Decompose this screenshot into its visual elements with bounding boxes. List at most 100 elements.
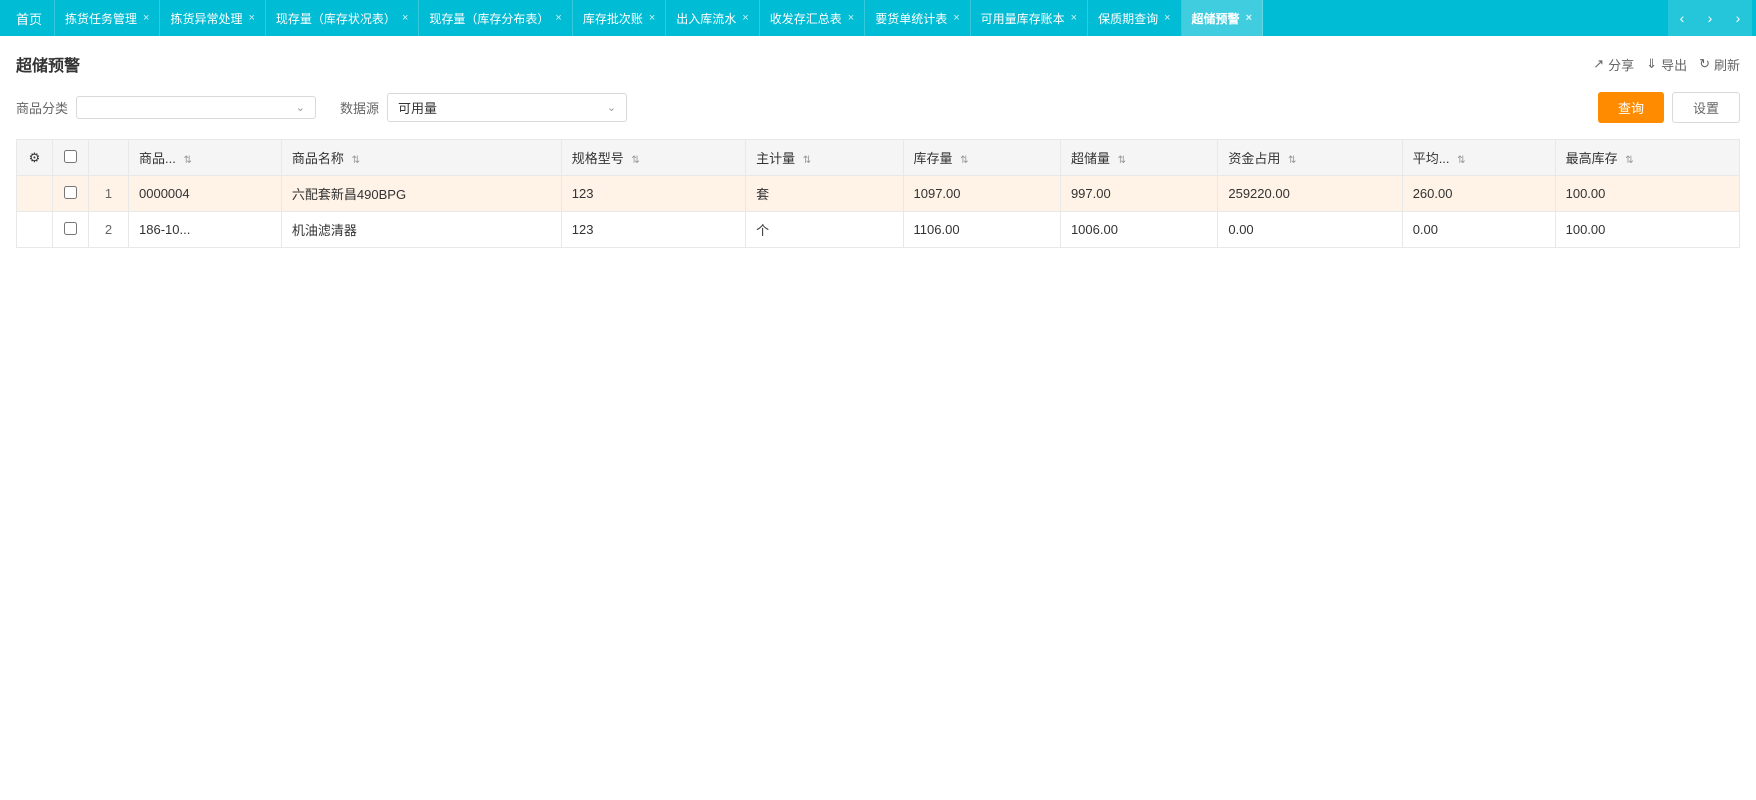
filter-row: 商品分类 ⌄ 数据源 可用量 ⌄ 查询 设置 — [16, 92, 1740, 123]
col-checkbox-header[interactable] — [53, 140, 89, 176]
category-select[interactable]: ⌄ — [76, 96, 316, 119]
close-tab-8[interactable]: × — [953, 12, 959, 24]
datasource-chevron-icon: ⌄ — [607, 101, 616, 114]
tab-yaohuo-tongji[interactable]: 要货单统计表 × — [865, 0, 970, 36]
filter-category: 商品分类 ⌄ — [16, 96, 316, 119]
row-name: 六配套新昌490BPG — [281, 176, 561, 212]
sort-avg-icon: ⇅ — [1457, 155, 1465, 166]
close-tab-10[interactable]: × — [1164, 12, 1170, 24]
header-actions: ↗ 分享 ⇓ 导出 ↻ 刷新 — [1593, 55, 1740, 74]
col-capital-header[interactable]: 资金占用 ⇅ — [1218, 140, 1402, 176]
nav-arrow-left[interactable]: ‹ — [1668, 0, 1696, 36]
share-button[interactable]: ↗ 分享 — [1593, 55, 1634, 74]
row-stock: 1106.00 — [903, 212, 1060, 248]
row-overstock: 1006.00 — [1060, 212, 1217, 248]
col-name-header[interactable]: 商品名称 ⇅ — [281, 140, 561, 176]
tab-baozhi-chaxun[interactable]: 保质期查询 × — [1088, 0, 1181, 36]
col-number-header — [89, 140, 129, 176]
page-header: 超储预警 ↗ 分享 ⇓ 导出 ↻ 刷新 — [16, 52, 1740, 76]
row-avg: 260.00 — [1402, 176, 1555, 212]
row-spec: 123 — [561, 212, 745, 248]
row-code: 186-10... — [129, 212, 282, 248]
refresh-icon: ↻ — [1699, 56, 1710, 72]
row-checkbox[interactable] — [64, 222, 77, 235]
row-unit: 个 — [746, 212, 903, 248]
tab-jianghuo-renwu[interactable]: 拣货任务管理 × — [55, 0, 160, 36]
row-number: 2 — [89, 212, 129, 248]
nav-arrow-right[interactable]: › — [1696, 0, 1724, 36]
datasource-label: 数据源 — [340, 98, 379, 117]
row-avg: 0.00 — [1402, 212, 1555, 248]
tab-kucun-pici[interactable]: 库存批次账 × — [573, 0, 666, 36]
close-tab-5[interactable]: × — [649, 12, 655, 24]
row-maxstock: 100.00 — [1555, 176, 1739, 212]
col-spec-header[interactable]: 规格型号 ⇅ — [561, 140, 745, 176]
share-icon: ↗ — [1593, 56, 1604, 72]
sort-maxstock-icon: ⇅ — [1625, 155, 1633, 166]
row-overstock: 997.00 — [1060, 176, 1217, 212]
row-checkbox-cell[interactable] — [53, 176, 89, 212]
row-capital: 259220.00 — [1218, 176, 1402, 212]
col-unit-header[interactable]: 主计量 ⇅ — [746, 140, 903, 176]
data-table: ⚙ 商品... ⇅ 商品名称 ⇅ 规格型号 ⇅ — [16, 139, 1740, 248]
row-spec: 123 — [561, 176, 745, 212]
filter-actions: 查询 设置 — [1598, 92, 1740, 123]
tab-shoufa-huizong[interactable]: 收发存汇总表 × — [760, 0, 865, 36]
tab-keyongliang-zhangben[interactable]: 可用量库存账本 × — [971, 0, 1088, 36]
select-all-checkbox[interactable] — [64, 150, 77, 163]
query-button[interactable]: 查询 — [1598, 92, 1664, 123]
col-gear-header: ⚙ — [17, 140, 53, 176]
datasource-value: 可用量 — [398, 98, 437, 117]
row-number: 1 — [89, 176, 129, 212]
col-overstock-header[interactable]: 超储量 ⇅ — [1060, 140, 1217, 176]
row-code: 0000004 — [129, 176, 282, 212]
close-tab-9[interactable]: × — [1071, 12, 1077, 24]
gear-icon[interactable]: ⚙ — [29, 150, 41, 165]
tab-jianghuo-yichang[interactable]: 拣货异常处理 × — [160, 0, 265, 36]
close-tab-2[interactable]: × — [248, 12, 254, 24]
row-name: 机油滤清器 — [281, 212, 561, 248]
nav-arrows: ‹ › › — [1668, 0, 1752, 36]
table-row: 1 0000004 六配套新昌490BPG 123 套 1097.00 997.… — [17, 176, 1740, 212]
row-checkbox[interactable] — [64, 186, 77, 199]
sort-capital-icon: ⇅ — [1288, 155, 1296, 166]
nav-arrow-more[interactable]: › — [1724, 0, 1752, 36]
category-label: 商品分类 — [16, 98, 68, 117]
sort-overstock-icon: ⇅ — [1118, 155, 1126, 166]
row-gear-cell — [17, 212, 53, 248]
top-navigation: 首页 拣货任务管理 × 拣货异常处理 × 现存量（库存状况表） × 现存量（库存… — [0, 0, 1756, 36]
tab-chaoshu-yujing[interactable]: 超储预警 × — [1182, 0, 1263, 36]
row-maxstock: 100.00 — [1555, 212, 1739, 248]
export-icon: ⇓ — [1646, 56, 1657, 72]
row-gear-cell — [17, 176, 53, 212]
table-row: 2 186-10... 机油滤清器 123 个 1106.00 1006.00 … — [17, 212, 1740, 248]
close-tab-4[interactable]: × — [555, 12, 561, 24]
sort-unit-icon: ⇅ — [803, 155, 811, 166]
close-tab-1[interactable]: × — [143, 12, 149, 24]
sort-spec-icon: ⇅ — [631, 155, 639, 166]
close-tab-6[interactable]: × — [742, 12, 748, 24]
category-chevron-icon: ⌄ — [296, 101, 305, 114]
close-tab-7[interactable]: × — [848, 12, 854, 24]
row-capital: 0.00 — [1218, 212, 1402, 248]
refresh-button[interactable]: ↻ 刷新 — [1699, 55, 1740, 74]
settings-button[interactable]: 设置 — [1672, 92, 1740, 123]
row-stock: 1097.00 — [903, 176, 1060, 212]
col-maxstock-header[interactable]: 最高库存 ⇅ — [1555, 140, 1739, 176]
nav-home[interactable]: 首页 — [4, 0, 55, 36]
col-stock-header[interactable]: 库存量 ⇅ — [903, 140, 1060, 176]
sort-stock-icon: ⇅ — [960, 155, 968, 166]
row-checkbox-cell[interactable] — [53, 212, 89, 248]
close-tab-11[interactable]: × — [1246, 12, 1252, 24]
col-code-header[interactable]: 商品... ⇅ — [129, 140, 282, 176]
tab-xiancunliang-kuangkuang[interactable]: 现存量（库存状况表） × — [266, 0, 419, 36]
table-header-row: ⚙ 商品... ⇅ 商品名称 ⇅ 规格型号 ⇅ — [17, 140, 1740, 176]
tab-churuku-liushui[interactable]: 出入库流水 × — [666, 0, 759, 36]
export-button[interactable]: ⇓ 导出 — [1646, 55, 1687, 74]
filter-datasource: 数据源 可用量 ⌄ — [340, 93, 627, 122]
page-title: 超储预警 — [16, 52, 80, 76]
close-tab-3[interactable]: × — [402, 12, 408, 24]
tab-xiancunliang-fenbiao[interactable]: 现存量（库存分布表） × — [419, 0, 572, 36]
datasource-select[interactable]: 可用量 ⌄ — [387, 93, 627, 122]
col-avg-header[interactable]: 平均... ⇅ — [1402, 140, 1555, 176]
